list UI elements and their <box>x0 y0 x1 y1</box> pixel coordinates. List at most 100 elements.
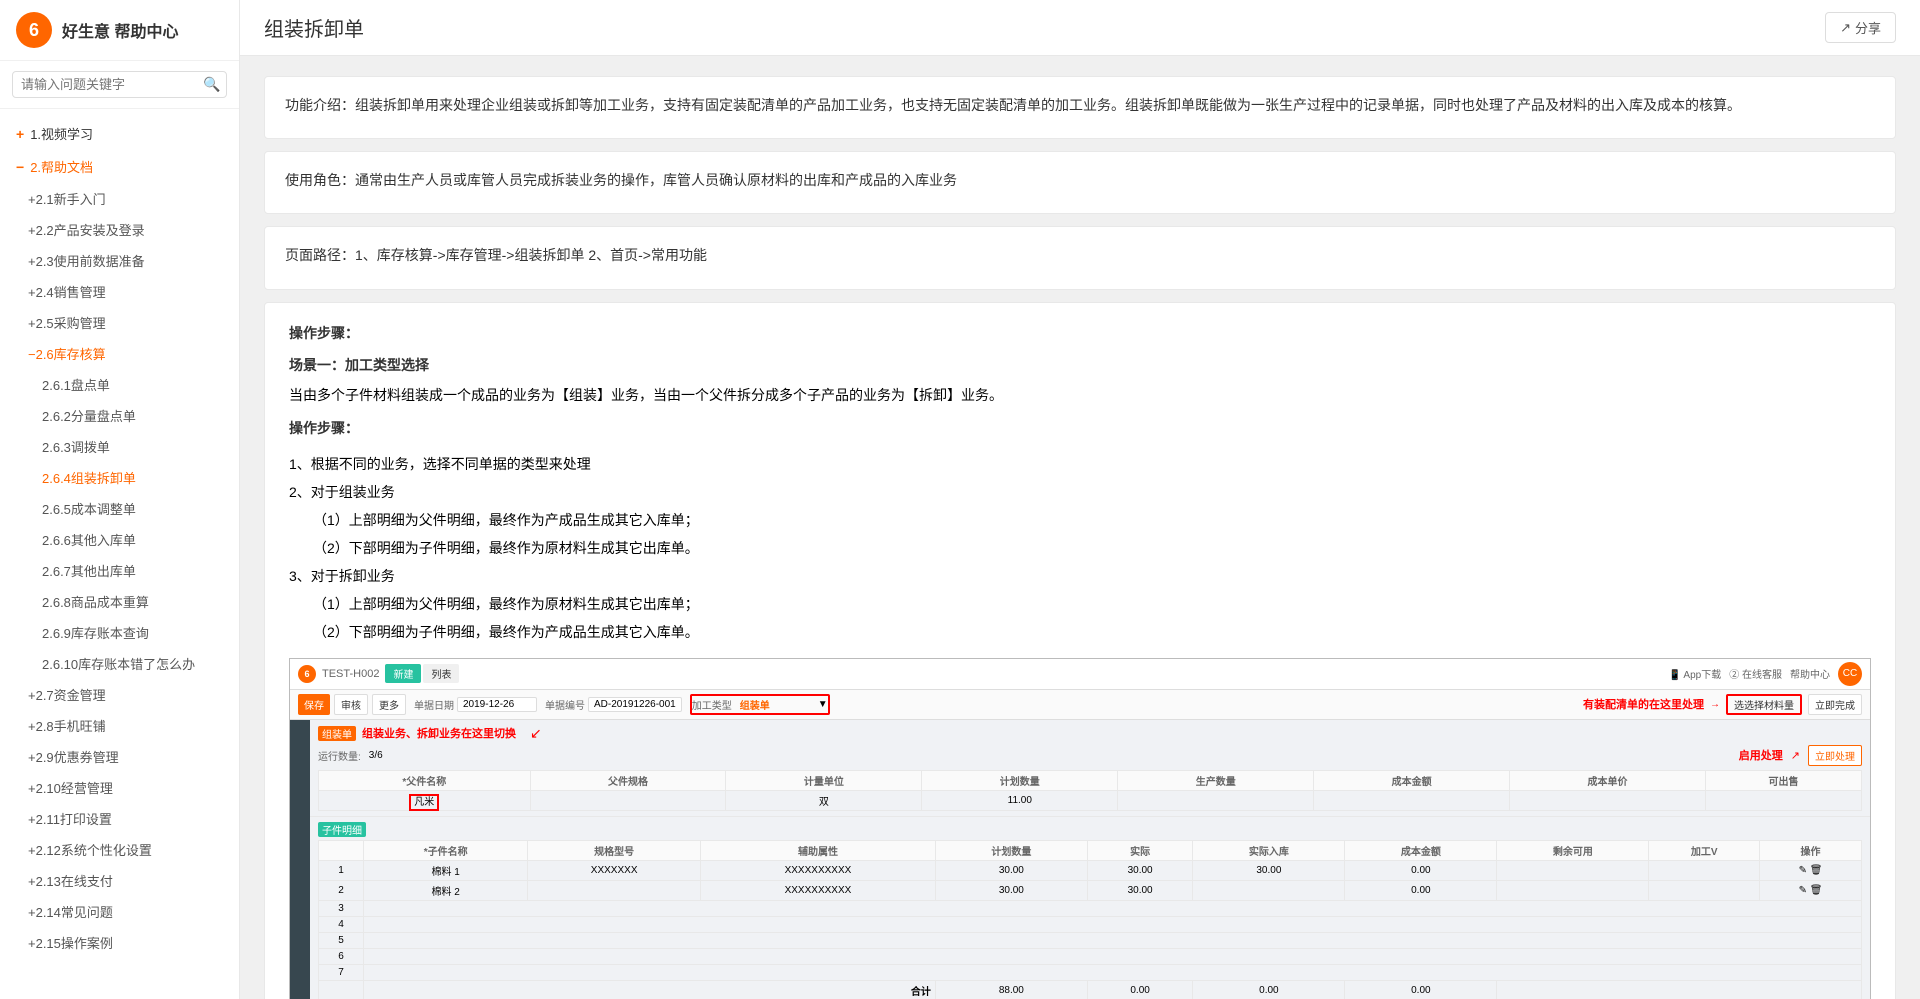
lower-cell-spec-1: XXXXXXX <box>528 860 701 880</box>
upper-cell-unit-cost <box>1510 790 1706 810</box>
upper-cell-prod <box>1118 790 1314 810</box>
inner-enable-btn[interactable]: 立即处理 <box>1808 745 1862 766</box>
main-area: 组装拆卸单 ↗ 分享 功能介绍：组装拆卸单用来处理企业组装或拆卸等加工业务，支持… <box>240 0 1920 999</box>
lower-cell-remain-1 <box>1497 860 1649 880</box>
sidebar-item-finance[interactable]: +2.7资金管理 <box>28 679 239 710</box>
sidebar-cat1-label: 1.视频学习 <box>30 124 93 143</box>
inner-nav-center: 帮助中心 <box>1790 666 1830 681</box>
inner-audit-btn[interactable]: 审核 <box>334 694 368 715</box>
type-value[interactable]: 组装单 <box>735 696 815 713</box>
lower-th-seq <box>319 840 364 860</box>
sidebar-item-custom[interactable]: +2.12系统个性化设置 <box>28 834 239 865</box>
inner-confirm-btn[interactable]: 立即完成 <box>1808 694 1862 715</box>
footer-actual: 0.00 <box>1087 980 1193 999</box>
inner-more-btn[interactable]: 更多 <box>372 694 406 715</box>
annotation1-target[interactable]: 选选择材料量 <box>1726 694 1802 715</box>
lower-teal-tag: 子件明细 <box>318 822 366 837</box>
share-button[interactable]: ↗ 分享 <box>1825 12 1896 43</box>
sidebar-item-266[interactable]: 2.6.6其他入库单 <box>42 524 239 555</box>
lower-cell-proc-1 <box>1649 860 1760 880</box>
inner-field-docnum: 单据编号 AD-20191226-001 <box>545 697 682 712</box>
lower-cell-remain-2 <box>1497 880 1649 900</box>
docnum-value: AD-20191226-001 <box>588 697 682 712</box>
screenshot-wrapper: 6 TEST-H002 新建 列表 📱 App下载 ② 在线客服 帮助中心 CC <box>289 658 1871 999</box>
upper-highlighted-name: 凡米 <box>409 794 439 811</box>
lower-empty-4 <box>364 916 1862 932</box>
sidebar-cat1-header[interactable]: + 1.视频学习 <box>0 117 239 150</box>
lower-cell-in-1: 30.00 <box>1193 860 1345 880</box>
upper-count-val: 3/6 <box>369 750 383 761</box>
sidebar-item-267[interactable]: 2.6.7其他出库单 <box>42 555 239 586</box>
inner-field-type: 加工类型 组装单 ▼ <box>690 694 830 715</box>
footer-row: 合计 88.00 0.00 0.00 0.00 <box>319 980 1862 999</box>
sidebar-item-coupon[interactable]: +2.9优惠券管理 <box>28 741 239 772</box>
sidebar-item-purchase[interactable]: +2.5采购管理 <box>28 307 239 338</box>
sidebar-item-data-prep[interactable]: +2.3使用前数据准备 <box>28 245 239 276</box>
upper-table: *父件名称 父件规格 计量单位 计划数量 生产数量 成本金额 成本单价 可出售 <box>318 770 1862 811</box>
sidebar-item-262[interactable]: 2.6.2分量盘点单 <box>42 400 239 431</box>
sidebar-item-print[interactable]: +2.11打印设置 <box>28 803 239 834</box>
intro-text: 功能介绍：组装拆卸单用来处理企业组装或拆卸等加工业务，支持有固定装配清单的产品加… <box>285 93 1875 118</box>
sidebar-item-269[interactable]: 2.6.9库存账本查询 <box>42 617 239 648</box>
upper-count-label: 运行数量: <box>318 748 361 763</box>
inner-test-id: TEST-H002 <box>322 668 379 680</box>
lower-cell-cost-2: 0.00 <box>1345 880 1497 900</box>
scene1-desc: 当由多个子件材料组装成一个成品的业务为【组装】业务，当由一个父件拆分成多个子产品… <box>289 383 1871 408</box>
sidebar-item-install[interactable]: +2.2产品安装及登录 <box>28 214 239 245</box>
sidebar-item-265[interactable]: 2.6.5成本调整单 <box>42 493 239 524</box>
sidebar-item-newcomer[interactable]: +2.1新手入门 <box>28 183 239 214</box>
inner-tabs: 新建 列表 <box>385 664 459 683</box>
search-input[interactable] <box>12 71 227 98</box>
lower-cell-ops-1: ✎ 🗑 <box>1759 860 1861 880</box>
lower-seq-3: 3 <box>319 900 364 916</box>
lower-empty-7 <box>364 964 1862 980</box>
lower-cell-in-2 <box>1193 880 1345 900</box>
app-logo-icon: 6 <box>16 12 52 48</box>
upper-th-5: 成本金额 <box>1314 770 1510 790</box>
upper-th-1: 父件规格 <box>530 770 726 790</box>
upper-cell-spec <box>530 790 726 810</box>
sidebar-item-2610[interactable]: 2.6.10库存账本错了怎么办 <box>42 648 239 679</box>
main-content: 功能介绍：组装拆卸单用来处理企业组装或拆卸等加工业务，支持有固定装配清单的产品加… <box>240 56 1920 999</box>
lower-cell-seq-1: 1 <box>319 860 364 880</box>
search-button[interactable]: 🔍 <box>203 76 220 93</box>
sidebar-item-268[interactable]: 2.6.8商品成本重算 <box>42 586 239 617</box>
lower-row-6: 6 <box>319 948 1862 964</box>
sidebar-item-sales[interactable]: +2.4销售管理 <box>28 276 239 307</box>
upper-table-row: 凡米 双 11.00 <box>319 790 1862 810</box>
lower-section: 子件明细 *子件名称 规格型号 辅助属性 <box>310 817 1870 999</box>
inner-tab-list[interactable]: 列表 <box>423 664 459 683</box>
lower-row-1: 1 棉料 1 XXXXXXX XXXXXXXXXX 30.00 30.00 30… <box>319 860 1862 880</box>
lower-th-0: *子件名称 <box>364 840 528 860</box>
sidebar-item-faq[interactable]: +2.14常见问题 <box>28 896 239 927</box>
sidebar-item-mobile[interactable]: +2.8手机旺铺 <box>28 710 239 741</box>
minus-icon: − <box>16 159 24 175</box>
sidebar-item-ops[interactable]: +2.10经营管理 <box>28 772 239 803</box>
inner-tab-new[interactable]: 新建 <box>385 664 421 683</box>
lower-row-2: 2 棉料 2 XXXXXXXXXX 30.00 30.00 0.00 <box>319 880 1862 900</box>
sidebar-cat2-header[interactable]: − 2.帮助文档 <box>0 150 239 183</box>
dropdown-icon: ▼ <box>818 699 828 710</box>
sidebar-item-261[interactable]: 2.6.1盘点单 <box>42 369 239 400</box>
steps-list: 1、根据不同的业务，选择不同单据的类型来处理 2、对于组装业务 （1）上部明细为… <box>289 450 1871 646</box>
lower-table-header: *子件名称 规格型号 辅助属性 计划数量 实际 实际入库 成本金额 剩余可用 <box>319 840 1862 860</box>
sidebar-item-inventory[interactable]: −2.6库存核算 <box>28 338 239 369</box>
inner-screenshot: 6 TEST-H002 新建 列表 📱 App下载 ② 在线客服 帮助中心 CC <box>289 658 1871 999</box>
step2-2: （2）下部明细为子件明细，最终作为原材料生成其它出库单。 <box>313 534 1871 562</box>
step3-2: （2）下部明细为子件明细，最终作为产成品生成其它入库单。 <box>313 618 1871 646</box>
inner-save-btn[interactable]: 保存 <box>298 694 330 715</box>
upper-cell-name: 凡米 <box>319 790 531 810</box>
lower-th-6: 成本金额 <box>1345 840 1497 860</box>
inner-avatar: CC <box>1838 662 1862 686</box>
footer-cost: 0.00 <box>1345 980 1497 999</box>
inner-right-nav: 📱 App下载 ② 在线客服 帮助中心 CC <box>1669 662 1862 686</box>
inner-side-icons <box>290 720 310 999</box>
sidebar-item-cases[interactable]: +2.15操作案例 <box>28 927 239 958</box>
upper-orange-tag: 组装单 <box>318 726 356 741</box>
sidebar-item-263[interactable]: 2.6.3调拨单 <box>42 431 239 462</box>
upper-cell-unit: 双 <box>726 790 922 810</box>
sidebar-item-payment[interactable]: +2.13在线支付 <box>28 865 239 896</box>
sidebar-item-videos[interactable]: + 1.视频学习 <box>0 117 239 150</box>
lower-cell-actual-1: 30.00 <box>1087 860 1193 880</box>
sidebar-item-264[interactable]: 2.6.4组装拆卸单 <box>42 462 239 493</box>
